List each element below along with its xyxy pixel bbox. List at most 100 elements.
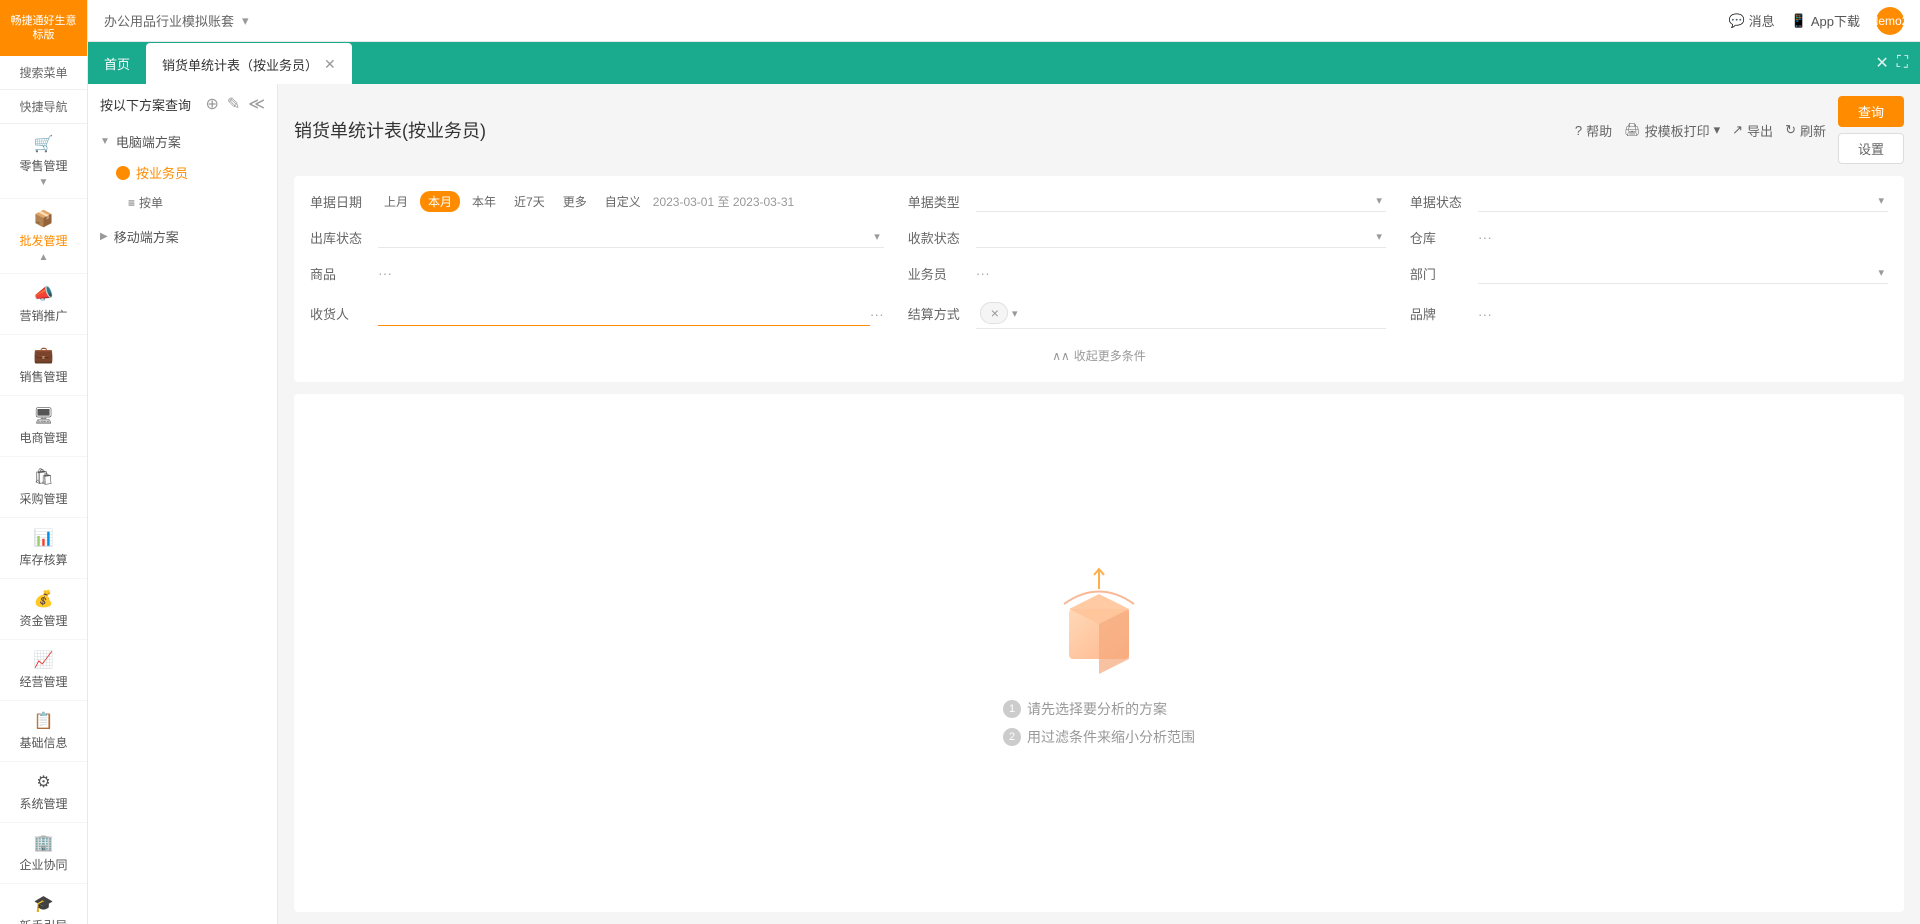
tree-child-salesman[interactable]: 按业务员 <box>88 157 277 188</box>
expand-icon: ▼ <box>39 177 49 188</box>
payment-tag: × <box>980 302 1008 324</box>
date-btn-this-month[interactable]: 本月 <box>420 191 460 212</box>
collapse-text: 收起更多条件 <box>1074 347 1146 364</box>
tree-arrow-mobile: ▶ <box>100 231 108 242</box>
empty-area: 1 请先选择要分析的方案 2 用过滤条件来缩小分析范围 <box>294 394 1904 912</box>
tip-num-2: 2 <box>1003 728 1021 746</box>
tree-parent-pc[interactable]: ▼ 电脑端方案 <box>88 126 277 157</box>
collapse-panel-icon[interactable]: ≪ <box>248 94 265 114</box>
date-btn-last-month[interactable]: 上月 <box>378 191 414 212</box>
payment-select[interactable]: × ▾ <box>976 298 1386 329</box>
brand-label: 品牌 <box>1410 304 1470 323</box>
sidebar-item-purchase[interactable]: 🛍 采购管理 <box>0 457 87 518</box>
tab-sales-stat-label: 销货单统计表（按业务员） <box>162 55 318 74</box>
collapse-button[interactable]: ∧∧ 收起更多条件 <box>1052 347 1146 364</box>
payment-tag-close[interactable]: × <box>991 305 999 321</box>
tree-child-salesman-label: 按业务员 <box>136 163 188 182</box>
filter-dept: 部门 ▾ <box>1410 262 1888 284</box>
sidebar-item-retail[interactable]: 🛒 零售管理 ▼ <box>0 124 87 199</box>
retail-icon: 🛒 <box>34 134 54 154</box>
sidebar-item-ecommerce[interactable]: 🖥 电商管理 <box>0 396 87 457</box>
collapse-icon: ∧∧ <box>1052 349 1070 363</box>
tab-home[interactable]: 首页 <box>88 42 146 84</box>
tab-close-all-icon[interactable]: ✕ <box>1875 53 1888 73</box>
tab-sales-stat[interactable]: 销货单统计表（按业务员） ✕ <box>146 43 352 85</box>
empty-tip-2-text: 用过滤条件来缩小分析范围 <box>1027 727 1195 747</box>
payment-arrow: ▾ <box>1012 307 1018 320</box>
tree-sub-order[interactable]: ≡ 按单 <box>88 188 277 217</box>
sidebar: 畅捷通好生意 标版 搜索菜单 快捷导航 🛒 零售管理 ▼ 📦 批发管理 ▲ 📣 … <box>0 0 88 924</box>
date-btn-more[interactable]: 更多 <box>557 191 593 212</box>
tab-bar-right: ✕ ⛶ <box>1875 53 1920 73</box>
sidebar-quick-nav[interactable]: 快捷导航 <box>0 90 87 124</box>
filter-doc-type: 单据类型 ▾ <box>908 190 1386 212</box>
avatar[interactable]: demo2 <box>1876 7 1904 35</box>
breadcrumb-dropdown-icon[interactable]: ▾ <box>242 13 249 29</box>
tab-close-icon[interactable]: ✕ <box>324 56 336 73</box>
payment-label: 结算方式 <box>908 304 968 323</box>
export-button[interactable]: ↗ 导出 <box>1732 121 1773 140</box>
receipt-select[interactable]: ▾ <box>976 226 1386 248</box>
breadcrumb-text: 办公用品行业模拟账套 <box>104 11 234 30</box>
sidebar-item-enterprise[interactable]: 🏢 企业协同 <box>0 823 87 884</box>
consignee-input[interactable] <box>378 302 870 326</box>
query-button[interactable]: 查询 <box>1838 96 1904 127</box>
dept-select[interactable]: ▾ <box>1478 262 1888 284</box>
newbie-icon: 🎓 <box>34 894 54 914</box>
refresh-icon: ↻ <box>1785 122 1796 138</box>
print-icon: 🖨 <box>1624 122 1641 138</box>
sidebar-item-system[interactable]: ⚙ 系统管理 <box>0 762 87 823</box>
consignee-dots[interactable]: ··· <box>870 306 884 322</box>
receipt-label: 收款状态 <box>908 228 968 247</box>
sidebar-item-marketing[interactable]: 📣 营销推广 <box>0 274 87 335</box>
enterprise-icon: 🏢 <box>34 833 54 853</box>
stock-out-label: 出库状态 <box>310 228 370 247</box>
edit-scheme-icon[interactable]: ✎ <box>227 94 240 114</box>
refresh-button[interactable]: ↻ 刷新 <box>1785 121 1826 140</box>
salesman-dots[interactable]: ··· <box>976 265 990 281</box>
sidebar-search[interactable]: 搜索菜单 <box>0 56 87 90</box>
date-btn-custom[interactable]: 自定义 <box>599 191 647 212</box>
sidebar-menu: 🛒 零售管理 ▼ 📦 批发管理 ▲ 📣 营销推广 💼 销售管理 🖥 电商管理 🛍… <box>0 124 87 924</box>
sidebar-item-operation[interactable]: 📈 经营管理 <box>0 640 87 701</box>
sidebar-item-finance[interactable]: 💰 资金管理 <box>0 579 87 640</box>
order-icon: ≡ <box>128 196 135 210</box>
template-print-button[interactable]: 🖨 按模板打印 ▾ <box>1624 121 1720 140</box>
sidebar-item-wholesale[interactable]: 📦 批发管理 ▲ <box>0 199 87 274</box>
help-button[interactable]: ? 帮助 <box>1575 121 1612 140</box>
collapse-bar: ∧∧ 收起更多条件 <box>310 343 1888 368</box>
doc-status-select[interactable]: ▾ <box>1478 190 1888 212</box>
tree-parent-mobile[interactable]: ▶ 移动端方案 <box>88 221 277 252</box>
warehouse-dots[interactable]: ··· <box>1478 229 1492 245</box>
settings-button[interactable]: 设置 <box>1838 133 1904 164</box>
tree-parent-pc-label: 电脑端方案 <box>116 132 181 151</box>
stock-out-select[interactable]: ▾ <box>378 226 884 248</box>
app-download-button[interactable]: 📱 App下载 <box>1791 11 1860 30</box>
goods-dots[interactable]: ··· <box>378 265 392 281</box>
app-icon: 📱 <box>1791 13 1807 29</box>
filter-row-3: 商品 ··· 业务员 ··· 部门 ▾ <box>310 262 1888 284</box>
stock-out-arrow: ▾ <box>874 230 880 243</box>
tab-bar: 首页 销货单统计表（按业务员） ✕ ✕ ⛶ <box>88 42 1920 84</box>
page-title: 销货单统计表(按业务员) <box>294 117 486 143</box>
sidebar-item-inventory[interactable]: 📊 库存核算 <box>0 518 87 579</box>
date-range-text: 2023-03-01 至 2023-03-31 <box>653 193 794 210</box>
date-btn-7days[interactable]: 近7天 <box>508 191 551 212</box>
brand-dots[interactable]: ··· <box>1478 306 1492 322</box>
dept-arrow: ▾ <box>1878 266 1884 279</box>
date-btn-this-year[interactable]: 本年 <box>466 191 502 212</box>
right-panel: 销货单统计表(按业务员) ? 帮助 🖨 按模板打印 ▾ ↗ 导出 <box>278 84 1920 924</box>
sidebar-item-sales[interactable]: 💼 销售管理 <box>0 335 87 396</box>
purchase-icon: 🛍 <box>33 467 53 487</box>
sidebar-item-basic[interactable]: 📋 基础信息 <box>0 701 87 762</box>
sidebar-item-newbie[interactable]: 🎓 新手引导 <box>0 884 87 924</box>
tab-fullscreen-icon[interactable]: ⛶ <box>1897 54 1908 72</box>
filter-brand: 品牌 ··· <box>1410 304 1888 323</box>
sidebar-logo[interactable]: 畅捷通好生意 标版 <box>0 0 87 56</box>
doc-type-select[interactable]: ▾ <box>976 190 1386 212</box>
msg-button[interactable]: 💬 消息 <box>1728 11 1774 30</box>
empty-tip-1-text: 请先选择要分析的方案 <box>1027 699 1167 719</box>
help-icon: ? <box>1575 123 1582 138</box>
add-scheme-icon[interactable]: ⊕ <box>205 94 218 114</box>
filter-payment: 结算方式 × ▾ <box>908 298 1386 329</box>
